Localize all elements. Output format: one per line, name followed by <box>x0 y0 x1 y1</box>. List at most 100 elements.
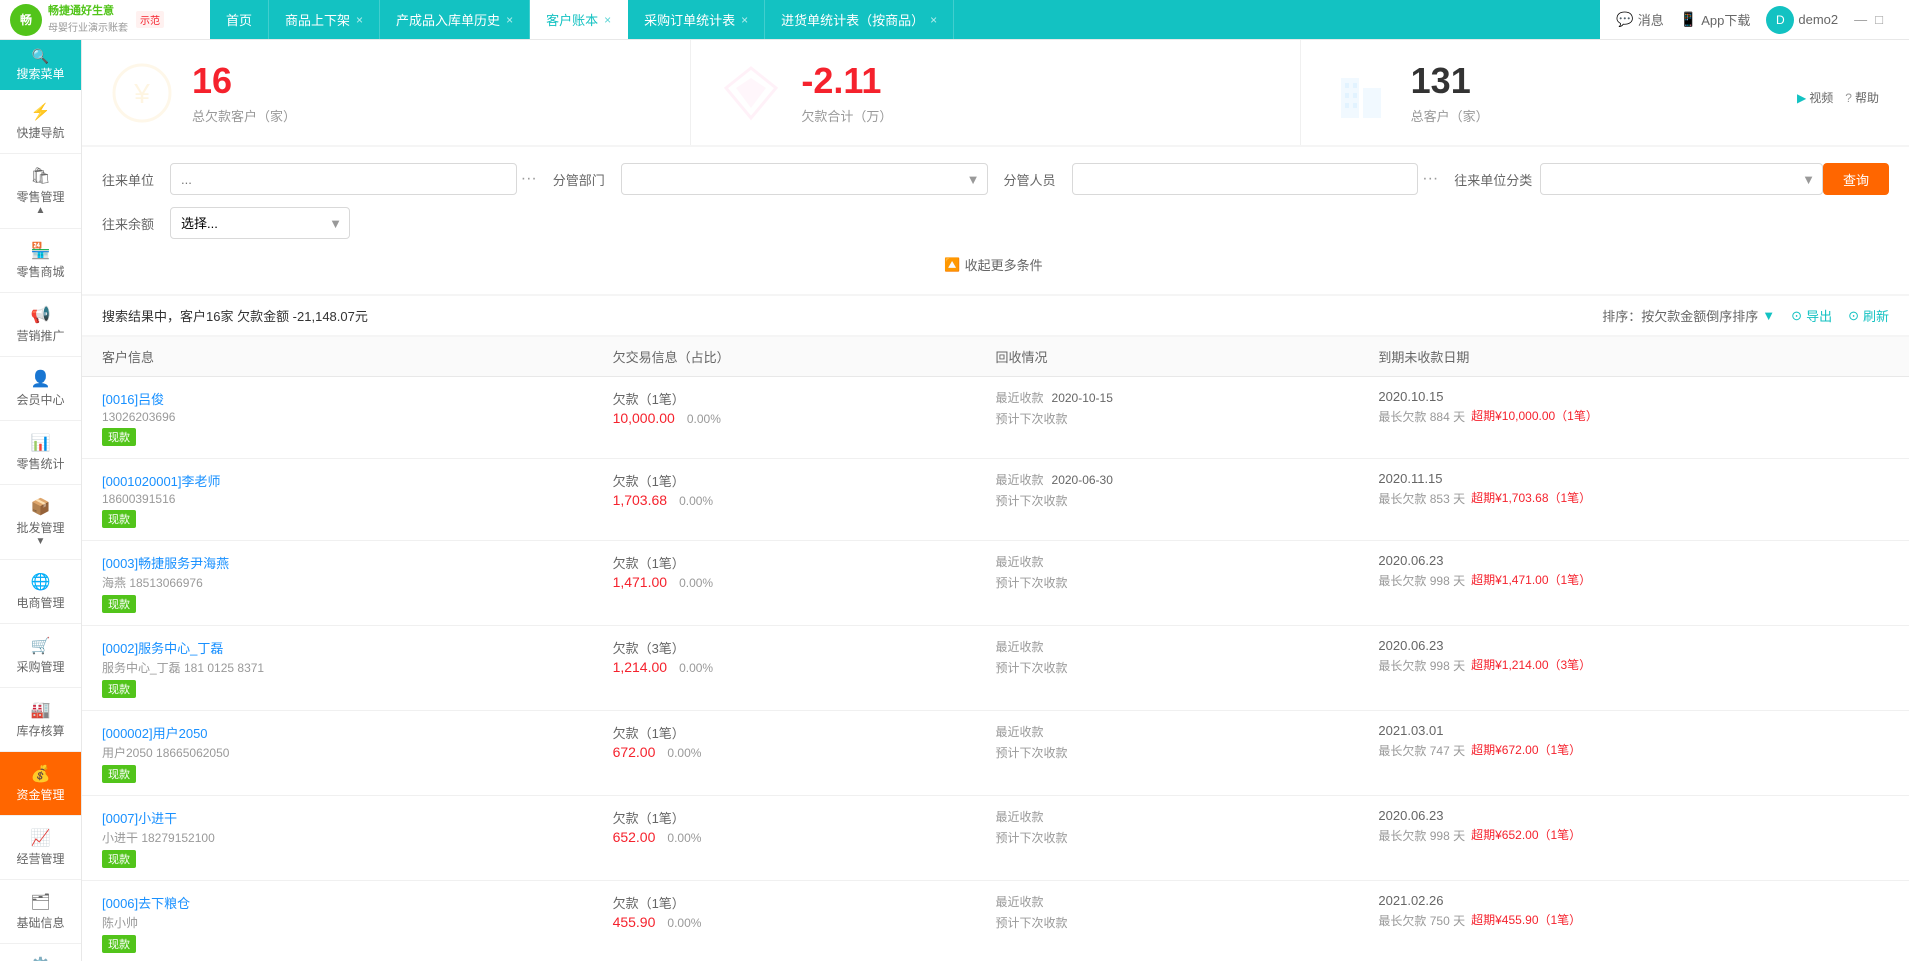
stat-debt-customers-info: 16 总欠款客户（家） <box>192 60 660 125</box>
customer-name-link[interactable]: [0007]小进干 <box>102 811 177 826</box>
stat-actions: ▶ 视频 ? 帮助 <box>1797 79 1879 106</box>
collapse-button[interactable]: 🔼 收起更多条件 <box>102 251 1889 278</box>
overdue-info: 最长欠款 998 天 超期¥652.00（1笔） <box>1378 825 1889 844</box>
overdue-cell: 2020.06.23 最长欠款 998 天 超期¥652.00（1笔） <box>1378 808 1889 844</box>
sidebar-item-retail-mgmt[interactable]: 🛍 零售管理 ▲ <box>0 154 81 229</box>
sidebar-item-member-center[interactable]: 👤 会员中心 <box>0 357 81 421</box>
overdue-link[interactable]: 超期¥10,000.00（1笔） <box>1471 407 1598 424</box>
unit-category-select[interactable] <box>1540 163 1823 195</box>
refresh-icon: ⊙ <box>1848 308 1859 324</box>
tab-close-purchase-stats[interactable]: × <box>930 13 937 27</box>
tab-purchase-stats[interactable]: 进货单统计表（按商品） × <box>765 0 954 39</box>
tab-product-history[interactable]: 产成品入库单历史 × <box>380 0 530 39</box>
sidebar-item-system[interactable]: ⚙️ 系统管理 <box>0 944 81 961</box>
minimize-button[interactable]: — <box>1854 12 1867 27</box>
refresh-button[interactable]: ⊙ 刷新 <box>1848 306 1889 325</box>
dept-select[interactable] <box>621 163 988 195</box>
debt-pct: 0.00% <box>687 412 721 426</box>
customer-name-link[interactable]: [0001020001]李老师 <box>102 474 221 489</box>
sidebar-item-warehouse[interactable]: 🏭 库存核算 <box>0 688 81 752</box>
customer-name-link[interactable]: [0016]吕俊 <box>102 392 164 407</box>
user-menu[interactable]: D demo2 <box>1766 6 1838 34</box>
sidebar-item-purchase[interactable]: 🛒 采购管理 <box>0 624 81 688</box>
customer-name-link[interactable]: [0006]去下粮仓 <box>102 896 190 911</box>
stats-row: ¥ 16 总欠款客户（家） -2.11 欠款合计（万） <box>82 40 1909 145</box>
results-actions: 排序：按欠款金额倒序排序 ▼ ⊙ 导出 ⊙ 刷新 <box>1602 306 1889 325</box>
overdue-link[interactable]: 超期¥1,703.68（1笔） <box>1471 489 1591 506</box>
customer-tag: 现款 <box>102 850 136 868</box>
customer-name-link[interactable]: [0002]服务中心_丁磊 <box>102 641 223 656</box>
customer-tag: 现款 <box>102 765 136 783</box>
debt-info-cell: 欠款（1笔） 455.90 0.00% <box>613 893 996 930</box>
from-unit-dots[interactable]: ··· <box>521 170 537 188</box>
balance-select-wrap: 选择... ▼ <box>170 207 350 239</box>
tab-customer-ledger[interactable]: 客户账本 × <box>530 0 628 39</box>
top-nav-tabs: 首页 商品上下架 × 产成品入库单历史 × 客户账本 × 采购订单统计表 × 进… <box>210 0 1600 39</box>
message-button[interactable]: 💬 消息 <box>1616 10 1663 29</box>
sidebar-item-quick-nav[interactable]: ⚡ 快捷导航 <box>0 90 81 154</box>
overdue-info: 最长欠款 998 天 超期¥1,471.00（1笔） <box>1378 570 1889 589</box>
filter-unit-category: 往来单位分类 ▼ 查询 <box>1454 163 1889 195</box>
table-row: [0006]去下粮仓 陈小帅 现款 欠款（1笔） 455.90 0.00% 最近… <box>82 881 1909 961</box>
tab-close-purchase-order[interactable]: × <box>741 13 748 27</box>
sidebar-item-batch-mgmt[interactable]: 📦 批发管理 ▼ <box>0 485 81 560</box>
overdue-link[interactable]: 超期¥1,214.00（3笔） <box>1471 656 1591 673</box>
overdue-link[interactable]: 超期¥455.90（1笔） <box>1471 911 1581 928</box>
debt-row: 1,703.68 0.00% <box>613 490 996 508</box>
sidebar-item-retail-stats[interactable]: 📊 零售统计 <box>0 421 81 485</box>
collection-cell: 最近收款 2020-10-15 预计下次收款 <box>996 389 1379 427</box>
view-button[interactable]: ▶ 视频 <box>1797 89 1833 106</box>
stat-debt-amount-info: -2.11 欠款合计（万） <box>801 60 1269 125</box>
col-header-overdue: 到期未收款日期 <box>1378 347 1889 366</box>
sidebar-item-marketing[interactable]: 📢 营销推广 <box>0 293 81 357</box>
query-button[interactable]: 查询 <box>1823 163 1889 195</box>
balance-select[interactable]: 选择... <box>170 207 350 239</box>
next-collect: 预计下次收款 <box>996 492 1379 509</box>
help-button[interactable]: ? 帮助 <box>1845 89 1879 106</box>
maximize-button[interactable]: □ <box>1875 12 1883 27</box>
filter-manager-label: 分管人员 <box>1004 170 1064 189</box>
debt-row: 672.00 0.00% <box>613 742 996 760</box>
tab-home[interactable]: 首页 <box>210 0 269 39</box>
content-area: ¥ 16 总欠款客户（家） -2.11 欠款合计（万） <box>82 40 1909 961</box>
overdue-link[interactable]: 超期¥672.00（1笔） <box>1471 741 1581 758</box>
sort-control[interactable]: 排序：按欠款金额倒序排序 ▼ <box>1602 306 1775 325</box>
tab-purchase-order[interactable]: 采购订单统计表 × <box>628 0 765 39</box>
overdue-link[interactable]: 超期¥1,471.00（1笔） <box>1471 571 1591 588</box>
last-collect-label: 最近收款 <box>996 723 1044 740</box>
manager-dots[interactable]: ··· <box>1422 170 1438 188</box>
app-logo-icon: 畅 <box>10 4 42 36</box>
tab-close-product-offsale[interactable]: × <box>356 13 363 27</box>
debt-info-cell: 欠款（3笔） 1,214.00 0.00% <box>613 638 996 675</box>
from-unit-input[interactable] <box>170 163 517 195</box>
sidebar-item-retail-mall[interactable]: 🏪 零售商城 <box>0 229 81 293</box>
sidebar-item-operations[interactable]: 📈 经营管理 <box>0 816 81 880</box>
overdue-days: 最长欠款 853 天 <box>1378 490 1465 507</box>
app-download-button[interactable]: 📱 App下载 <box>1680 10 1751 29</box>
sidebar-item-ecommerce[interactable]: 🌐 电商管理 <box>0 560 81 624</box>
collection-recent-row: 最近收款 <box>996 638 1379 655</box>
tab-product-offsale[interactable]: 商品上下架 × <box>269 0 380 39</box>
sidebar-search[interactable]: 🔍 搜索菜单 <box>0 40 81 90</box>
export-button[interactable]: ⊙ 导出 <box>1791 306 1832 325</box>
overdue-days: 最长欠款 998 天 <box>1378 657 1465 674</box>
sidebar-item-base-info[interactable]: 🗂 基础信息 <box>0 880 81 944</box>
collection-cell: 最近收款 预计下次收款 <box>996 553 1379 591</box>
overdue-info: 最长欠款 750 天 超期¥455.90（1笔） <box>1378 910 1889 929</box>
table-row: [0016]吕俊 13026203696 现款 欠款（1笔） 10,000.00… <box>82 377 1909 459</box>
customer-name-link[interactable]: [0003]畅捷服务尹海燕 <box>102 556 229 571</box>
debt-amount: 10,000.00 <box>613 410 675 426</box>
next-collect: 预计下次收款 <box>996 659 1379 676</box>
manager-input[interactable] <box>1072 163 1419 195</box>
tab-close-product-history[interactable]: × <box>506 13 513 27</box>
customer-tag: 现款 <box>102 428 136 446</box>
stat-debt-customers: ¥ 16 总欠款客户（家） <box>82 40 691 145</box>
overdue-link[interactable]: 超期¥652.00（1笔） <box>1471 826 1581 843</box>
customer-name-link[interactable]: [000002]用户2050 <box>102 726 208 741</box>
overdue-cell: 2021.03.01 最长欠款 747 天 超期¥672.00（1笔） <box>1378 723 1889 759</box>
tab-close-customer-ledger[interactable]: × <box>604 13 611 27</box>
sidebar-item-finance[interactable]: 💰 资金管理 <box>0 752 81 816</box>
logo-area: 畅 畅捷通好生意 母婴行业演示账套 示范 <box>10 4 210 36</box>
debt-info-cell: 欠款（1笔） 672.00 0.00% <box>613 723 996 760</box>
debt-row: 1,214.00 0.00% <box>613 657 996 675</box>
